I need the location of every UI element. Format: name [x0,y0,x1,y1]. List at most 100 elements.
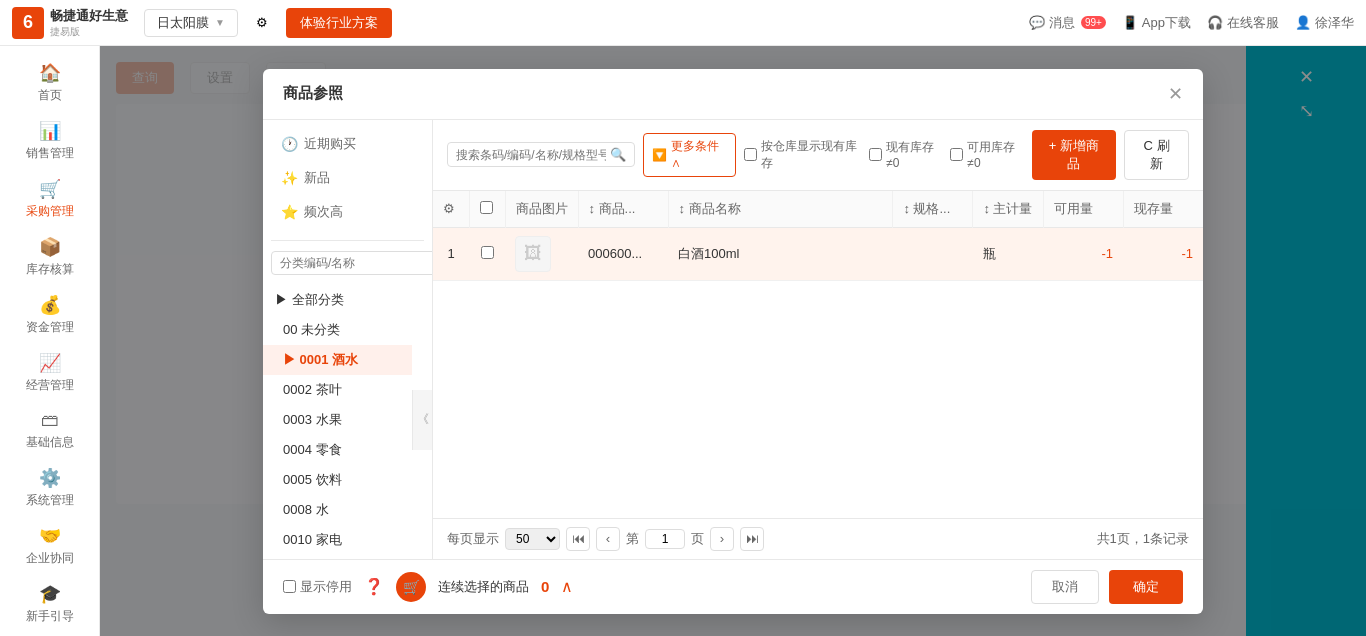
modal-collapse-button[interactable]: 《 [412,390,432,450]
category-fruit-label: 0003 水果 [283,411,342,429]
refresh-button[interactable]: C 刷新 [1124,130,1189,180]
col-header-spec[interactable]: ↕ 规格... [893,191,973,228]
sidebar-item-basic-info[interactable]: 🗃 基础信息 [0,402,99,459]
display-disabled-input[interactable] [283,580,296,593]
cart-text-label: 连续选择的商品 [438,578,529,596]
last-page-button[interactable]: ⏭ [740,527,764,551]
col-header-settings[interactable]: ⚙ [433,191,469,228]
sidebar-item-guide[interactable]: 🎓 新手引导 [0,575,99,633]
category-uncategorized-label: 00 未分类 [283,321,340,339]
row-code-cell: 000600... [578,227,668,280]
sidebar-label-finance: 资金管理 [26,319,74,336]
nav-dropdown[interactable]: 日太阳膜 ▼ [144,9,238,37]
category-tea[interactable]: 0002 茶叶 [263,375,412,405]
inventory-icon: 📦 [39,236,61,258]
sidebar-item-operations[interactable]: 📈 经营管理 [0,344,99,402]
modal-overlay: 商品参照 ✕ 🕐 近期购买 ✨ [100,46,1366,636]
sidebar-item-enterprise[interactable]: 🤝 企业协同 [0,517,99,575]
sidebar-item-finance[interactable]: 💰 资金管理 [0,286,99,344]
app-download-icon: 📱 [1122,15,1138,30]
finance-icon: 💰 [39,294,61,316]
checkbox-current-stock-label: 现有库存≠0 [886,139,942,170]
product-search-icon[interactable]: 🔍 [610,147,626,162]
footer-collapse-icon[interactable]: ∧ [561,577,573,596]
modal-right-panel: 🔍 🔽 更多条件 ∧ 按仓库显示现有库存 [433,120,1203,559]
category-water[interactable]: 0008 水 [263,495,412,525]
nav-app-download-button[interactable]: 📱 App下载 [1122,14,1191,32]
page-label: 第 [626,530,639,548]
category-snacks[interactable]: 0004 零食 [263,435,412,465]
col-header-code[interactable]: ↕ 商品... [578,191,668,228]
checkbox-available-stock[interactable]: 可用库存≠0 [950,139,1023,170]
category-alcohol[interactable]: ▶ 0001 酒水 [263,345,412,375]
sidebar-label-inventory: 库存核算 [26,261,74,278]
checkbox-current-stock[interactable]: 现有库存≠0 [869,139,942,170]
select-all-checkbox[interactable] [480,201,493,214]
checkbox-warehouse-stock[interactable]: 按仓库显示现有库存 [744,138,861,172]
category-uncategorized[interactable]: 00 未分类 [263,315,412,345]
add-product-button[interactable]: + 新增商品 [1032,130,1117,180]
category-fruit[interactable]: 0003 水果 [263,405,412,435]
checkbox-warehouse-stock-input[interactable] [744,148,757,161]
modal-close-button[interactable]: ✕ [1168,83,1183,105]
category-beverages[interactable]: 0005 饮料 [263,465,412,495]
category-water-label: 0008 水 [283,501,329,519]
category-all[interactable]: ▶ 全部分类 [263,285,412,315]
operations-icon: 📈 [39,352,61,374]
sidebar-item-sales[interactable]: 📊 销售管理 [0,112,99,170]
nav-user-button[interactable]: 👤 徐泽华 [1295,14,1354,32]
filter-icon: 🔽 [652,148,667,162]
sidebar-item-system[interactable]: ⚙️ 系统管理 [0,459,99,517]
filter-more-button[interactable]: 🔽 更多条件 ∧ [643,133,736,177]
sidebar-item-home[interactable]: 🏠 首页 [0,54,99,112]
modal-left-panel: 🕐 近期购买 ✨ 新品 ⭐ 频次高 [263,120,433,559]
modal-left-tree: ▶ 全部分类 00 未分类 ▶ 0001 酒水 0002 茶叶 [263,281,412,559]
modal-footer: 显示停用 ❓ 🛒 连续选择的商品 0 ∧ 取消 确定 [263,559,1203,614]
logo-text-area: 畅捷通好生意 捷易版 [50,7,128,39]
checkbox-current-stock-input[interactable] [869,148,882,161]
next-page-button[interactable]: › [710,527,734,551]
modal-tab-recent[interactable]: 🕐 近期购买 [271,128,424,160]
page-number-input[interactable] [645,529,685,549]
col-header-unit[interactable]: ↕ 主计量 [973,191,1043,228]
col-header-name[interactable]: ↕ 商品名称 [668,191,893,228]
help-icon[interactable]: ❓ [364,577,384,596]
nav-settings-icon[interactable]: ⚙ [246,7,278,39]
prev-page-button[interactable]: ‹ [596,527,620,551]
sidebar-label-sales: 销售管理 [26,145,74,162]
first-page-button[interactable]: ⏮ [566,527,590,551]
row-unit-cell: 瓶 [973,227,1043,280]
modal-left-inner: ▶ 全部分类 00 未分类 ▶ 0001 酒水 0002 茶叶 [263,281,432,559]
sidebar-label-operations: 经营管理 [26,377,74,394]
nav-messages-button[interactable]: 💬 消息 99+ [1029,14,1106,32]
new-icon: ✨ [281,170,298,186]
nav-right-area: 💬 消息 99+ 📱 App下载 🎧 在线客服 👤 徐泽华 [1029,14,1354,32]
sidebar-item-inventory[interactable]: 📦 库存核算 [0,228,99,286]
product-image: 🖼 [515,236,551,272]
logo-sub: 捷易版 [50,25,128,39]
row-checkbox[interactable] [481,246,494,259]
row-image-cell: 🖼 [505,227,578,280]
table-row[interactable]: 1 🖼 00 [433,227,1203,280]
display-disabled-checkbox[interactable]: 显示停用 [283,578,352,596]
category-search-input[interactable] [271,251,433,275]
product-search-input[interactable] [456,148,606,162]
cancel-button[interactable]: 取消 [1031,570,1099,604]
service-icon: 🎧 [1207,15,1223,30]
per-page-select[interactable]: 50 100 [505,528,560,550]
nav-service-button[interactable]: 🎧 在线客服 [1207,14,1279,32]
confirm-button[interactable]: 确定 [1109,570,1183,604]
checkbox-available-stock-input[interactable] [950,148,963,161]
row-stock-cell: -1 [1123,227,1203,280]
modal-toolbar: 🔍 🔽 更多条件 ∧ 按仓库显示现有库存 [433,120,1203,191]
sidebar-item-purchase[interactable]: 🛒 采购管理 [0,170,99,228]
nav-experience-button[interactable]: 体验行业方案 [286,8,392,38]
col-header-image: 商品图片 [505,191,578,228]
row-checkbox-cell[interactable] [469,227,505,280]
modal-tab-new[interactable]: ✨ 新品 [271,162,424,194]
modal-tab-frequent[interactable]: ⭐ 频次高 [271,196,424,228]
modal-tab-new-label: 新品 [304,169,330,187]
system-icon: ⚙️ [39,467,61,489]
cart-icon[interactable]: 🛒 [396,572,426,602]
category-appliances[interactable]: 0010 家电 [263,525,412,555]
